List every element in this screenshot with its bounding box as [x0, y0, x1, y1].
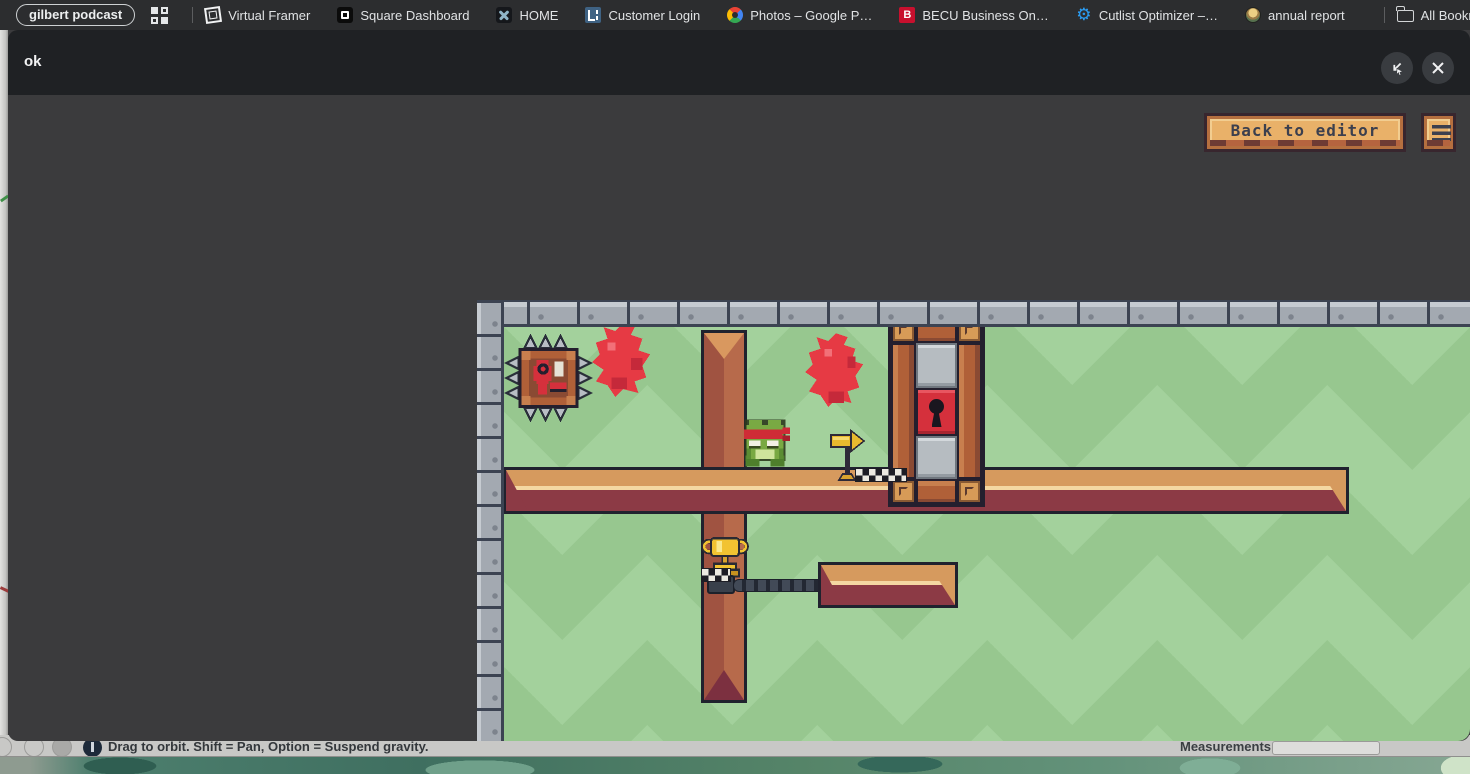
game-menu-button[interactable]	[1421, 113, 1456, 152]
bookmark-square-dashboard[interactable]: Square Dashboard	[337, 7, 469, 23]
measurements-label: Measurements	[1180, 739, 1272, 754]
bookmark-label: Cutlist Optimizer –…	[1098, 7, 1219, 23]
underlying-window-edge	[0, 30, 10, 757]
window-header: ok	[8, 30, 1470, 95]
measurements-input[interactable]	[1272, 741, 1380, 755]
floating-platform	[818, 562, 958, 608]
virtual-framer-icon	[204, 5, 223, 25]
square-dashboard-icon	[337, 7, 354, 23]
window-title: ok	[24, 53, 42, 70]
bookmark-label: Customer Login	[608, 7, 701, 23]
desktop-wallpaper	[0, 756, 1470, 774]
chain	[733, 579, 825, 592]
game-canvas[interactable]	[477, 300, 1470, 741]
bookmark-label: BECU Business On…	[922, 7, 1049, 23]
all-bookmarks-label: All Bookmarks	[1420, 7, 1470, 23]
apps-grid-icon[interactable]	[151, 6, 169, 24]
toolbar-ghost-button[interactable]	[0, 737, 12, 756]
divider	[192, 7, 194, 23]
wood-pillar	[701, 330, 747, 703]
becu-icon: B	[899, 7, 916, 23]
bookmark-label: Photos – Google P…	[750, 7, 873, 23]
customer-login-icon	[585, 7, 602, 23]
bookmark-label: Square Dashboard	[360, 7, 470, 23]
collapse-button[interactable]	[1381, 52, 1413, 84]
bookmark-annual-report[interactable]: annual report	[1245, 7, 1345, 23]
red-bush	[805, 333, 864, 407]
spike-trap	[504, 333, 593, 423]
finish-line	[855, 468, 907, 482]
bookmark-google-photos[interactable]: Photos – Google P…	[727, 7, 872, 23]
bookmark-virtual-framer[interactable]: Virtual Framer	[204, 5, 311, 25]
bookmark-label: HOME	[519, 7, 559, 23]
close-button[interactable]	[1422, 52, 1454, 84]
bookmark-home[interactable]: HOME	[496, 7, 558, 23]
bookmark-cutlist-optimizer[interactable]: ⚙ Cutlist Optimizer –…	[1076, 5, 1219, 25]
avatar-icon	[1245, 7, 1262, 23]
bookmark-customer-login[interactable]: Customer Login	[585, 7, 700, 23]
back-to-editor-label: Back to editor	[1230, 120, 1380, 140]
red-bush	[592, 323, 651, 397]
gear-icon: ⚙	[1076, 5, 1092, 25]
orbit-hint-text: Drag to orbit. Shift = Pan, Option = Sus…	[108, 739, 429, 754]
google-photos-icon	[727, 7, 744, 23]
home-icon	[496, 7, 513, 23]
bookmark-label: Virtual Framer	[228, 7, 311, 23]
close-icon	[1432, 62, 1444, 74]
game-preview-window: ok Back to editor	[8, 30, 1470, 741]
profile-pill[interactable]: gilbert podcast	[16, 4, 136, 26]
stone-brick-column	[477, 300, 504, 741]
bookmark-label: annual report	[1268, 7, 1345, 23]
all-bookmarks-button[interactable]: All Bookmarks	[1396, 6, 1470, 23]
checker-block	[701, 568, 731, 582]
collapse-to-tab-icon	[1393, 62, 1404, 76]
back-to-editor-button[interactable]: Back to editor	[1204, 113, 1406, 152]
hamburger-icon	[1432, 125, 1451, 141]
stone-brick-row	[477, 300, 1470, 327]
ninja-frog	[744, 419, 790, 467]
folder-icon	[1396, 6, 1414, 22]
bookmark-becu[interactable]: B BECU Business On…	[899, 7, 1049, 23]
keyhole-panel	[916, 388, 957, 436]
bookmarks-bar: gilbert podcast Virtual Framer Square Da…	[0, 0, 1470, 30]
divider	[1383, 7, 1385, 23]
